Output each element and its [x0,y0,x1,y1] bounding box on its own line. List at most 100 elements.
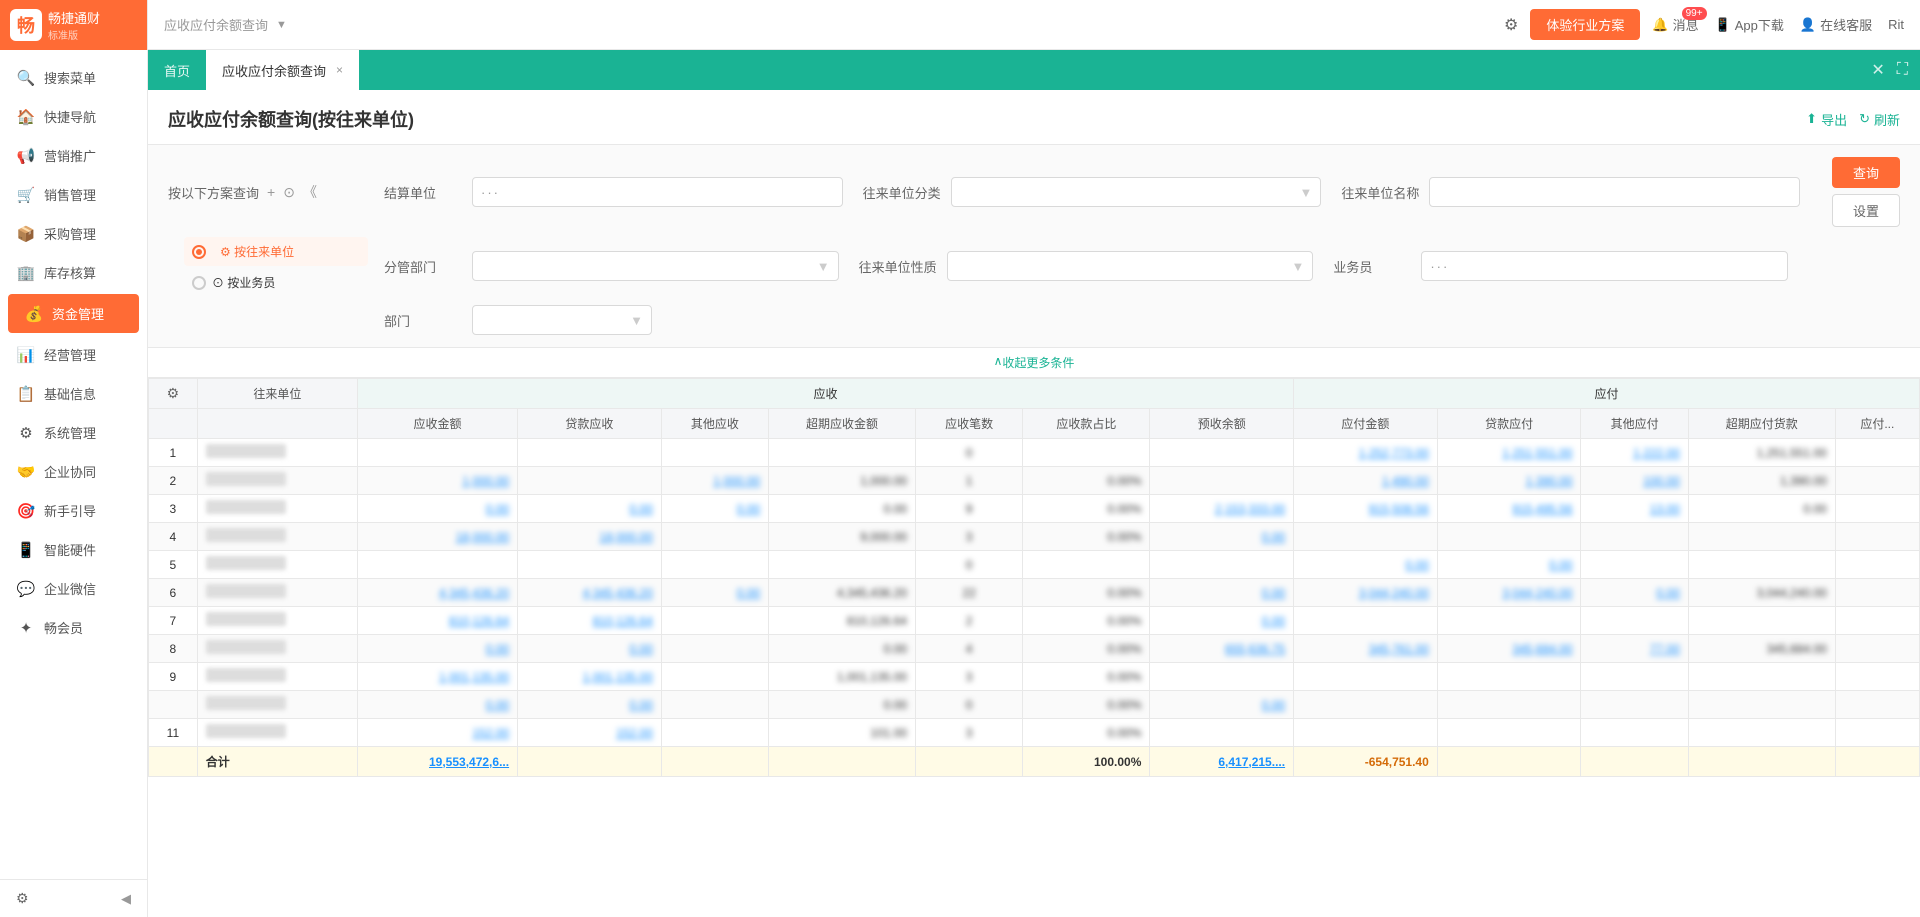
table-cell[interactable] [518,439,662,467]
table-cell[interactable] [518,551,662,579]
add-scheme-icon[interactable]: + [267,184,275,200]
table-cell[interactable] [1150,719,1294,747]
th-ar-count[interactable]: 应收笔数 [915,409,1022,439]
table-cell[interactable] [1437,663,1581,691]
table-settings-icon[interactable]: ⚙ [167,385,180,401]
tab-expand-icon[interactable]: ⛶ [1897,61,1908,79]
collapse-scheme-icon[interactable]: 《 [303,182,317,202]
set-button[interactable]: 设置 [1832,194,1900,227]
table-cell[interactable] [1294,607,1438,635]
table-cell[interactable]: 1,490.00 [1294,467,1438,495]
table-cell[interactable] [1294,719,1438,747]
table-cell[interactable] [1437,523,1581,551]
sidebar-item-sales[interactable]: 🛒销售管理 [0,175,147,214]
table-cell[interactable] [1581,691,1688,719]
table-cell[interactable]: 0.00 [1437,551,1581,579]
th-ar-advance[interactable]: 预收余额 [1150,409,1294,439]
table-cell[interactable]: 152.00 [518,719,662,747]
unit-nature-input[interactable]: ▼ [947,251,1314,281]
tab-current[interactable]: 应收应付余额查询 × [206,50,359,90]
table-cell[interactable]: 1,000.00 [661,467,768,495]
table-cell[interactable] [661,551,768,579]
table-cell[interactable] [357,439,517,467]
table-cell[interactable]: 0.00 [1581,579,1688,607]
unit-category-input[interactable]: ▼ [951,177,1322,207]
sidebar-item-marketing[interactable]: 📢营销推广 [0,136,147,175]
table-cell[interactable]: 0.00 [1150,691,1294,719]
table-cell[interactable] [1150,663,1294,691]
salesperson-input[interactable]: ··· [1421,251,1788,281]
header-dropdown-icon[interactable]: ▼ [276,19,287,31]
th-ar-loan[interactable]: 贷款应收 [518,409,662,439]
query-button[interactable]: 查询 [1832,157,1900,188]
table-cell[interactable]: 0.00 [518,635,662,663]
table-cell[interactable] [1150,439,1294,467]
table-cell[interactable] [518,467,662,495]
collapse-bar[interactable]: ∧ 收起更多条件 [148,348,1920,378]
table-cell[interactable] [661,607,768,635]
table-cell[interactable]: 345,761.00 [1294,635,1438,663]
sidebar-item-search[interactable]: 🔍搜索菜单 [0,58,147,97]
table-cell[interactable] [1437,607,1581,635]
table-cell[interactable]: 2,153,333.00 [1150,495,1294,523]
sidebar-item-fund[interactable]: 💰资金管理 [8,294,139,333]
table-cell[interactable] [1294,663,1438,691]
table-cell[interactable]: 0.00 [357,691,517,719]
table-cell[interactable] [1294,691,1438,719]
table-cell[interactable]: 655,636.75 [1150,635,1294,663]
export-button[interactable]: ⬆ 导出 [1806,110,1847,129]
table-cell[interactable]: 0.00 [357,495,517,523]
table-cell[interactable] [1581,523,1688,551]
table-cell[interactable]: 0.00 [1150,523,1294,551]
table-cell[interactable]: 0.00 [661,579,768,607]
sidebar-item-wechat[interactable]: 💬企业微信 [0,569,147,608]
service-button[interactable]: 👤 在线客服 [1800,15,1872,34]
table-cell[interactable] [661,439,768,467]
sidebar-item-system[interactable]: ⚙系统管理 [0,413,147,452]
table-cell[interactable] [1294,523,1438,551]
table-cell[interactable]: 0.00 [357,635,517,663]
table-cell[interactable]: 3,044,240.00 [1294,579,1438,607]
table-cell[interactable]: 4,345,436.20 [518,579,662,607]
unit-name-input[interactable] [1429,177,1800,207]
refresh-button[interactable]: ↻ 刷新 [1859,110,1900,129]
dept-manage-input[interactable]: ▼ [472,251,839,281]
table-cell[interactable] [1581,719,1688,747]
table-cell[interactable]: 345,684.00 [1437,635,1581,663]
tab-close-window-icon[interactable]: ✕ [1871,60,1884,80]
table-cell[interactable]: 152.00 [357,719,517,747]
table-cell[interactable]: 1,001,135.00 [357,663,517,691]
edit-scheme-icon[interactable]: ⊙ [283,184,295,201]
table-cell[interactable]: 13.00 [1581,495,1688,523]
table-cell[interactable]: 77.00 [1581,635,1688,663]
filter-option-staff[interactable]: ⊙ 按业务员 [184,270,368,295]
table-cell[interactable]: 810,126.64 [518,607,662,635]
table-cell[interactable] [661,719,768,747]
table-cell[interactable]: 915,508.56 [1294,495,1438,523]
th-ap-amount[interactable]: 应付金额 [1294,409,1438,439]
notice-button[interactable]: 🔔 消息 99+ [1652,15,1698,34]
user-name[interactable]: Rit [1888,17,1904,32]
table-cell[interactable]: 0.00 [518,691,662,719]
tab-close-icon[interactable]: × [336,63,343,77]
table-cell[interactable]: 3,044,240.00 [1437,579,1581,607]
th-settings[interactable]: ⚙ [149,379,198,409]
table-cell[interactable]: 0.00 [518,495,662,523]
filter-option-unit[interactable]: ⚙ 按往来单位 [184,237,368,266]
th-ap-overdue[interactable]: 超期应付货款 [1688,409,1835,439]
table-cell[interactable]: 0.00 [1150,607,1294,635]
app-download-button[interactable]: 📱 App下载 [1715,15,1784,34]
th-ar-other[interactable]: 其他应收 [661,409,768,439]
th-ar-ratio[interactable]: 应收款占比 [1023,409,1150,439]
table-cell[interactable] [1150,551,1294,579]
sidebar-item-operation[interactable]: 📊经营管理 [0,335,147,374]
sidebar-item-base[interactable]: 📋基础信息 [0,374,147,413]
table-cell[interactable]: 810,126.64 [357,607,517,635]
table-cell[interactable]: 1,251,551.00 [1437,439,1581,467]
table-cell[interactable] [661,523,768,551]
sidebar-item-guide[interactable]: 🎯新手引导 [0,491,147,530]
table-cell[interactable] [1581,607,1688,635]
th-ap-extra[interactable]: 应付... [1835,409,1919,439]
sidebar-item-quick[interactable]: 🏠快捷导航 [0,97,147,136]
table-cell[interactable]: 18,000.00 [518,523,662,551]
